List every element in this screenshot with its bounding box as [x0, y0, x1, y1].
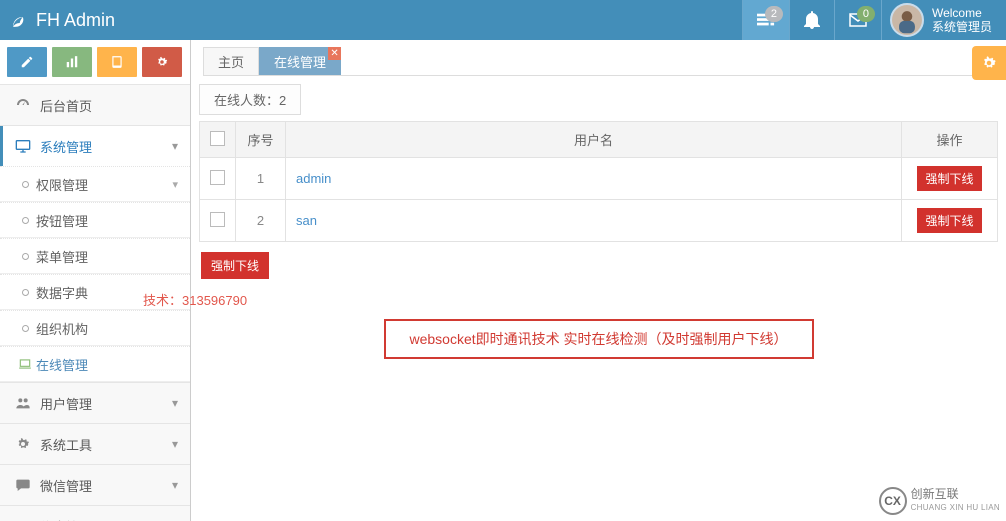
brand[interactable]: FH Admin [0, 10, 115, 31]
chevron-down-icon: ▾ [172, 178, 178, 191]
tab-bar: 主页 在线管理✕ [203, 46, 998, 76]
batch-force-logout-button[interactable]: 强制下线 [201, 252, 269, 279]
sidebar-item-info[interactable]: 信息管理 ▾ [0, 506, 190, 521]
watermark-logo: CX [879, 487, 907, 515]
table-row: 2 san 强制下线 [200, 200, 998, 242]
row-checkbox[interactable] [210, 170, 225, 185]
sub-label: 组织机构 [36, 319, 88, 338]
users-icon [12, 396, 34, 410]
online-count-label: 在线人数： [214, 93, 279, 108]
table-row: 1 admin 强制下线 [200, 158, 998, 200]
checkbox-all[interactable] [210, 131, 225, 146]
content-area: 主页 在线管理✕ 在线人数：2 序号 用户名 操作 1 ad [191, 40, 1006, 521]
sidebar-sub-menu[interactable]: 菜单管理 [0, 239, 190, 273]
th-checkbox [200, 122, 236, 158]
chat-icon [12, 478, 34, 492]
sidebar-item-wechat[interactable]: 微信管理 ▾ [0, 465, 190, 505]
online-users-table: 序号 用户名 操作 1 admin 强制下线 2 san 强制下线 [199, 121, 998, 242]
brand-text: FH Admin [36, 10, 115, 31]
chevron-down-icon: ▾ [172, 437, 178, 451]
sub-label: 权限管理 [36, 175, 88, 194]
sub-label: 菜单管理 [36, 247, 88, 266]
monitor-icon [12, 139, 34, 153]
dashboard-icon [12, 97, 34, 113]
header-tasks-button[interactable]: 2 [742, 0, 789, 40]
sidebar-item-label: 系统管理 [40, 137, 92, 156]
force-logout-button[interactable]: 强制下线 [917, 166, 981, 191]
online-count-value: 2 [279, 93, 286, 108]
watermark-main: 创新互联 [911, 488, 1000, 500]
sub-label: 按钮管理 [36, 211, 88, 230]
watermark: CX 创新互联 CHUANG XIN HU LIAN [879, 487, 1000, 515]
sidebar-sub-online[interactable]: 在线管理 [0, 347, 190, 381]
mail-badge: 0 [857, 6, 875, 22]
tab-home[interactable]: 主页 [203, 47, 259, 75]
tech-note-overlay: 技术：313596790 [143, 290, 247, 309]
sidebar-item-usermgmt[interactable]: 用户管理 ▾ [0, 383, 190, 423]
th-seq: 序号 [236, 122, 286, 158]
sidebar-item-label: 系统工具 [40, 435, 92, 454]
action-chart-button[interactable] [52, 47, 92, 77]
chevron-down-icon: ▾ [172, 478, 178, 492]
sidebar-item-dashboard[interactable]: 后台首页 [0, 85, 190, 125]
sidebar-sub-org[interactable]: 组织机构 [0, 311, 190, 345]
sidebar-item-label: 后台首页 [40, 96, 92, 115]
action-settings-button[interactable] [142, 47, 182, 77]
tab-label: 在线管理 [274, 52, 326, 71]
sidebar-sub-button[interactable]: 按钮管理 [0, 203, 190, 237]
app-header: FH Admin 2 0 Welcome 系统管理员 [0, 0, 1006, 40]
gear-icon [12, 436, 34, 452]
user-text: Welcome 系统管理员 [932, 6, 992, 34]
sidebar: 后台首页 系统管理 ▾ 权限管理 ▾ 按钮管理 菜单管理 数据字典 组织机构 在线… [0, 40, 191, 521]
sidebar-item-sysmgmt[interactable]: 系统管理 ▾ [0, 126, 190, 166]
sysmgmt-submenu: 权限管理 ▾ 按钮管理 菜单管理 数据字典 组织机构 在线管理 [0, 166, 190, 382]
force-logout-button[interactable]: 强制下线 [917, 208, 981, 233]
cell-username-link[interactable]: san [296, 213, 317, 228]
sidebar-item-systools[interactable]: 系统工具 ▾ [0, 424, 190, 464]
sub-label: 在线管理 [36, 355, 88, 374]
header-mail-button[interactable]: 0 [834, 0, 881, 40]
watermark-sub: CHUANG XIN HU LIAN [911, 503, 1000, 512]
callout-note: websocket即时通讯技术 实时在线检测（及时强制用户下线） [384, 319, 814, 359]
online-count-chip: 在线人数：2 [199, 84, 301, 115]
toolbar: 在线人数：2 [199, 84, 998, 115]
row-checkbox[interactable] [210, 212, 225, 227]
th-action: 操作 [902, 122, 998, 158]
sub-label: 数据字典 [36, 283, 88, 302]
watermark-text: 创新互联 CHUANG XIN HU LIAN [911, 488, 1000, 514]
welcome-label: Welcome [932, 6, 992, 20]
tab-online[interactable]: 在线管理✕ [259, 47, 341, 75]
tasks-badge: 2 [765, 6, 783, 22]
bell-icon [804, 11, 820, 29]
close-icon[interactable]: ✕ [328, 47, 341, 60]
tab-label: 主页 [218, 52, 244, 71]
sidebar-action-row [0, 40, 190, 85]
chevron-down-icon: ▾ [172, 396, 178, 410]
header-user-menu[interactable]: Welcome 系统管理员 [881, 0, 1006, 40]
leaf-icon [10, 11, 28, 29]
avatar [890, 3, 924, 37]
action-edit-button[interactable] [7, 47, 47, 77]
laptop-icon [18, 358, 32, 370]
th-username: 用户名 [286, 122, 902, 158]
settings-fab[interactable] [972, 46, 1006, 80]
cell-seq: 1 [236, 158, 286, 200]
action-book-button[interactable] [97, 47, 137, 77]
sidebar-item-label: 信息管理 [40, 517, 92, 521]
user-role: 系统管理员 [932, 20, 992, 34]
sidebar-sub-permission[interactable]: 权限管理 ▾ [0, 167, 190, 201]
cell-username-link[interactable]: admin [296, 171, 331, 186]
header-bell-button[interactable] [789, 0, 834, 40]
chevron-down-icon: ▾ [172, 139, 178, 153]
sidebar-item-label: 用户管理 [40, 394, 92, 413]
sidebar-item-label: 微信管理 [40, 476, 92, 495]
header-right: 2 0 Welcome 系统管理员 [742, 0, 1006, 40]
cell-seq: 2 [236, 200, 286, 242]
